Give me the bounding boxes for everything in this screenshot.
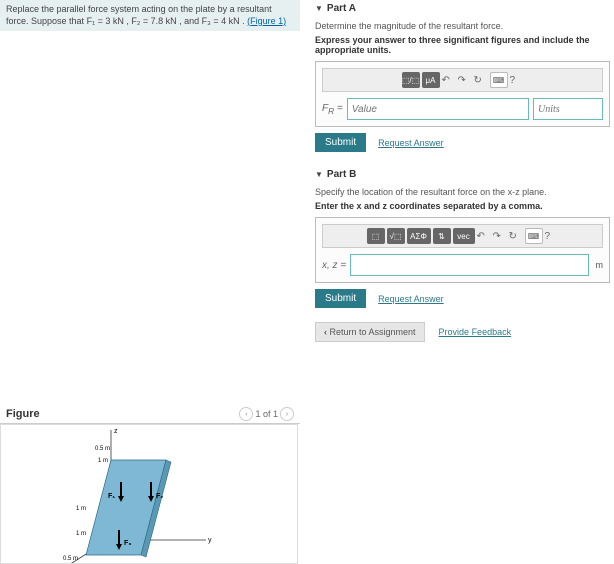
part-b-unit: m <box>596 260 604 270</box>
template-icon[interactable]: ⬚ <box>367 228 385 244</box>
part-a-value-input[interactable] <box>347 98 529 120</box>
part-b-prompt: Specify the location of the resultant fo… <box>315 187 610 197</box>
redo-icon[interactable]: ↷ <box>458 75 472 86</box>
force-f1-label: F₁ <box>108 493 115 500</box>
part-b-request-answer-link[interactable]: Request Answer <box>378 294 444 304</box>
figure-link[interactable]: (Figure 1) <box>247 16 286 26</box>
part-a-units-input[interactable] <box>533 98 603 120</box>
return-to-assignment-button[interactable]: Return to Assignment <box>315 322 425 342</box>
figure-image: z y x F₁ F₂ F₃ 0.5 m 1 m 1 m 1 m 0.5 m <box>0 424 298 564</box>
reset-icon[interactable]: ↻ <box>474 75 488 86</box>
dim-1m-b: 1 m <box>76 506 86 512</box>
figure-title: Figure <box>6 408 40 420</box>
figure-prev-button[interactable]: ‹ <box>239 407 253 421</box>
vec-icon[interactable]: vec <box>453 228 475 244</box>
part-a-prompt: Determine the magnitude of the resultant… <box>315 21 610 31</box>
sort-icon[interactable]: ⇅ <box>433 228 451 244</box>
redo-icon[interactable]: ↷ <box>493 231 507 242</box>
part-b-answer-box: ⬚ √⬚ ΑΣΦ ⇅ vec ↶ ↷ ↻ ⌨ ? x, z = m <box>315 217 610 283</box>
sqrt-icon[interactable]: √⬚ <box>387 228 405 244</box>
part-a-submit-button[interactable]: Submit <box>315 133 366 152</box>
dim-05m-a: 0.5 m <box>95 446 110 452</box>
part-a-header[interactable]: Part A <box>315 0 610 17</box>
reset-icon[interactable]: ↻ <box>509 231 523 242</box>
dim-1m-a: 1 m <box>98 458 108 464</box>
part-a-request-answer-link[interactable]: Request Answer <box>378 138 444 148</box>
help-icon[interactable]: ? <box>510 75 524 86</box>
part-b-toolbar: ⬚ √⬚ ΑΣΦ ⇅ vec ↶ ↷ ↻ ⌨ ? <box>322 224 603 248</box>
part-b: Part B Specify the location of the resul… <box>315 166 610 308</box>
greek-icon[interactable]: ΑΣΦ <box>407 228 431 244</box>
keyboard-icon[interactable]: ⌨ <box>490 72 508 88</box>
units-icon[interactable]: μA <box>422 72 440 88</box>
help-icon[interactable]: ? <box>545 231 559 242</box>
figure-next-button[interactable]: › <box>280 407 294 421</box>
force-f3-label: F₃ <box>124 540 132 547</box>
fraction-icon[interactable]: ⬚/⬚ <box>402 72 420 88</box>
force-f2-label: F₂ <box>156 493 163 500</box>
part-b-header[interactable]: Part B <box>315 166 610 183</box>
axis-y-label: y <box>208 537 212 544</box>
provide-feedback-link[interactable]: Provide Feedback <box>439 327 512 337</box>
dim-1m-c: 1 m <box>76 531 86 537</box>
part-b-instructions: Enter the x and z coordinates separated … <box>315 201 610 211</box>
part-a: Part A Determine the magnitude of the re… <box>315 0 610 152</box>
part-a-label: FR = <box>322 103 343 116</box>
undo-icon[interactable]: ↶ <box>442 75 456 86</box>
undo-icon[interactable]: ↶ <box>477 231 491 242</box>
part-a-instructions: Express your answer to three significant… <box>315 35 610 55</box>
keyboard-icon[interactable]: ⌨ <box>525 228 543 244</box>
dim-05m-b: 0.5 m <box>63 556 78 562</box>
part-b-label: x, z = <box>322 260 346 271</box>
problem-statement: Replace the parallel force system acting… <box>0 0 300 31</box>
part-a-answer-box: ⬚/⬚ μA ↶ ↷ ↻ ⌨ ? FR = <box>315 61 610 127</box>
axis-z-label: z <box>114 428 118 435</box>
part-a-toolbar: ⬚/⬚ μA ↶ ↷ ↻ ⌨ ? <box>322 68 603 92</box>
part-b-value-input[interactable] <box>350 254 588 276</box>
figure-pager-text: 1 of 1 <box>255 409 278 419</box>
problem-values: F₁ = 3 kN , F₂ = 7.8 kN , and F₃ = 4 kN … <box>87 16 248 26</box>
part-b-submit-button[interactable]: Submit <box>315 289 366 308</box>
